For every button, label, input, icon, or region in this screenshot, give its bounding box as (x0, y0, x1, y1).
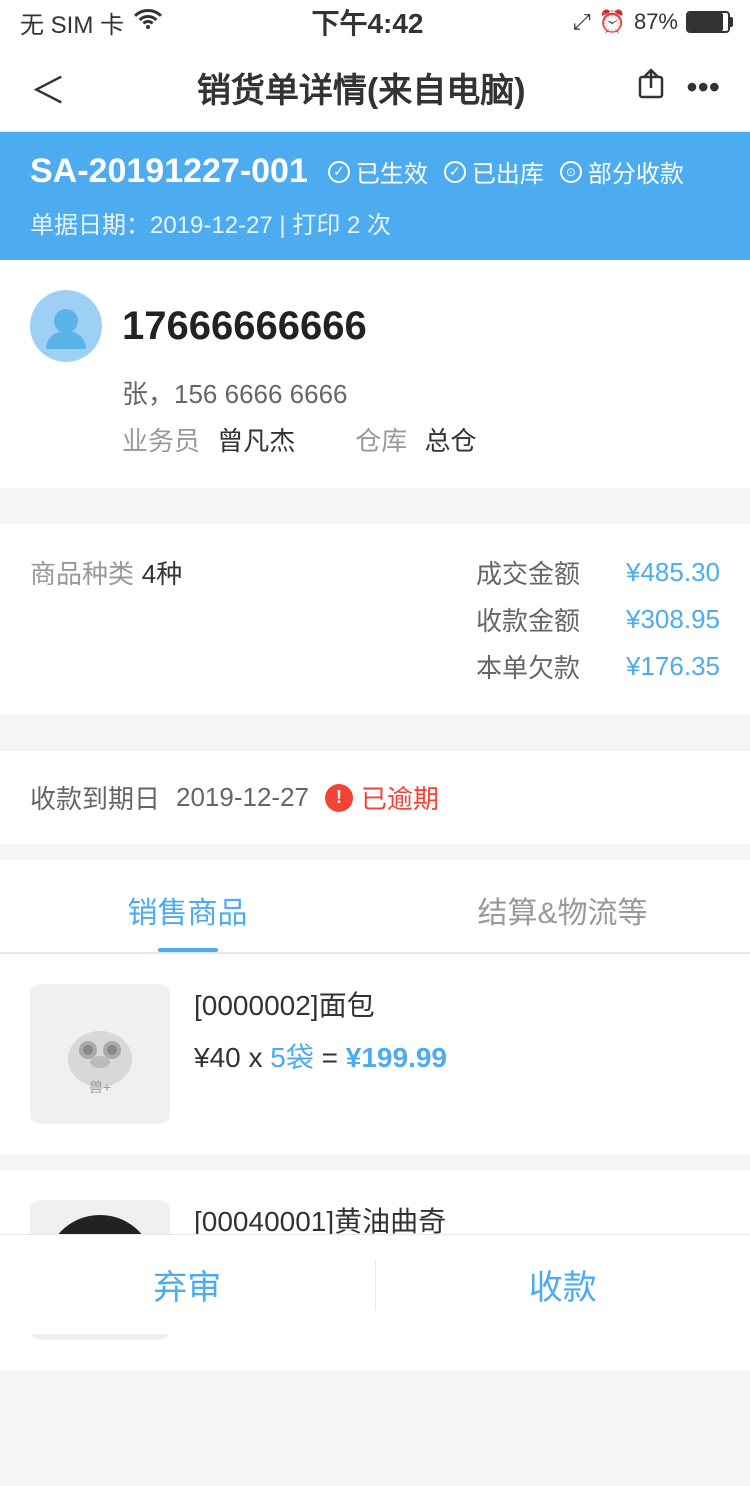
tabs: 销售商品 结算&物流等 (0, 860, 750, 953)
stats-left: 商品种类 4种 (30, 554, 182, 591)
divider-1 (0, 508, 750, 524)
bottom-spacer (0, 1386, 750, 1486)
category-count: 4种 (142, 559, 182, 589)
divider-3 (0, 844, 750, 860)
wifi-icon (134, 8, 162, 36)
overdue-badge: ! 已逾期 (325, 779, 439, 816)
owed-value: ¥176.35 (600, 651, 720, 682)
due-date-label: 收款到期日 (30, 779, 160, 816)
order-header: SA-20191227-001 ✓ 已生效 ✓ 已出库 ⊙ 部分收款 单据日期：… (0, 132, 750, 260)
status-carrier: 无 SIM 卡 (20, 5, 162, 40)
customer-id: 17666666666 (122, 304, 367, 349)
battery-icon (686, 11, 730, 33)
owed-row: 本单欠款 ¥176.35 (476, 648, 720, 685)
collected-label: 收款金额 (476, 601, 580, 638)
svg-text:兽+: 兽+ (89, 1079, 111, 1095)
more-icon[interactable]: ••• (686, 69, 720, 106)
tabs-section: 销售商品 结算&物流等 (0, 860, 750, 954)
nav-actions: ••• (636, 67, 720, 109)
status-badge-effected: ✓ 已生效 (328, 154, 428, 189)
order-status-badges: ✓ 已生效 ✓ 已出库 ⊙ 部分收款 (328, 154, 684, 189)
page-title: 销货单详情(来自电脑) (86, 63, 636, 112)
back-button[interactable]: ＜ (30, 62, 86, 114)
deal-amount-label: 成交金额 (476, 554, 580, 591)
sales-person-value: 曾凡杰 (217, 426, 295, 456)
customer-name: 张，156 6666 6666 (122, 374, 720, 411)
warehouse-label: 仓库 (355, 426, 407, 456)
deal-amount-row: 成交金额 ¥485.30 (476, 554, 720, 591)
status-badge-shipped: ✓ 已出库 (444, 154, 544, 189)
customer-section: 17666666666 张，156 6666 6666 业务员 曾凡杰 仓库 总… (0, 260, 750, 488)
product-price-1: ¥40 x 5袋 = ¥199.99 (194, 1036, 720, 1076)
product-name-1: [0000002]面包 (194, 984, 720, 1024)
status-right: ⤢ ⏰ 87% (573, 9, 730, 35)
status-badge-partial: ⊙ 部分收款 (560, 154, 684, 189)
battery-text: 87% (634, 9, 678, 35)
sales-person-section: 业务员 曾凡杰 (122, 421, 295, 458)
customer-row: 17666666666 (30, 290, 720, 362)
tab-products[interactable]: 销售商品 (0, 860, 375, 952)
product-item: 兽+ [0000002]面包 ¥40 x 5袋 = ¥199.99 (0, 954, 750, 1154)
nav-bar: ＜ 销货单详情(来自电脑) ••• (0, 44, 750, 132)
tab-settlement[interactable]: 结算&物流等 (375, 860, 750, 952)
deal-amount-value: ¥485.30 (600, 557, 720, 588)
share-icon[interactable] (636, 67, 666, 109)
location-icon: ⤢ (573, 9, 591, 35)
warehouse-section: 仓库 总仓 (355, 421, 476, 458)
sales-person-label: 业务员 (122, 426, 200, 456)
avatar (30, 290, 102, 362)
customer-meta: 业务员 曾凡杰 仓库 总仓 (122, 421, 720, 458)
order-id: SA-20191227-001 (30, 152, 308, 191)
product-info-1: [0000002]面包 ¥40 x 5袋 = ¥199.99 (194, 984, 720, 1076)
alarm-icon: ⏰ (599, 9, 626, 35)
clock-icon: ⊙ (560, 161, 582, 183)
overdue-text: 已逾期 (361, 779, 439, 816)
stats-right: 成交金额 ¥485.30 收款金额 ¥308.95 本单欠款 ¥176.35 (476, 554, 720, 685)
status-time: 下午4:42 (311, 2, 423, 42)
collected-row: 收款金额 ¥308.95 (476, 601, 720, 638)
due-date-value: 2019-12-27 (176, 782, 309, 813)
stats-section: 商品种类 4种 成交金额 ¥485.30 收款金额 ¥308.95 本单欠款 ¥… (0, 524, 750, 715)
category-row: 商品种类 4种 (30, 554, 182, 591)
carrier-text: 无 SIM 卡 (20, 5, 124, 40)
warehouse-value: 总仓 (425, 426, 477, 456)
divider-2 (0, 735, 750, 751)
exclamation-icon: ! (325, 784, 353, 812)
category-label: 商品种类 (30, 559, 134, 589)
product-image-1: 兽+ (30, 984, 170, 1124)
bottom-bar: 弃审 收款 (0, 1234, 750, 1334)
collected-value: ¥308.95 (600, 604, 720, 635)
owed-label: 本单欠款 (476, 648, 580, 685)
due-section: 收款到期日 2019-12-27 ! 已逾期 (0, 751, 750, 844)
cancel-button[interactable]: 弃审 (0, 1240, 375, 1329)
check-icon-2: ✓ (444, 161, 466, 183)
check-icon-1: ✓ (328, 161, 350, 183)
order-date: 单据日期：2019-12-27 | 打印 2 次 (30, 205, 720, 240)
status-bar: 无 SIM 卡 下午4:42 ⤢ ⏰ 87% (0, 0, 750, 44)
confirm-button[interactable]: 收款 (376, 1240, 750, 1329)
